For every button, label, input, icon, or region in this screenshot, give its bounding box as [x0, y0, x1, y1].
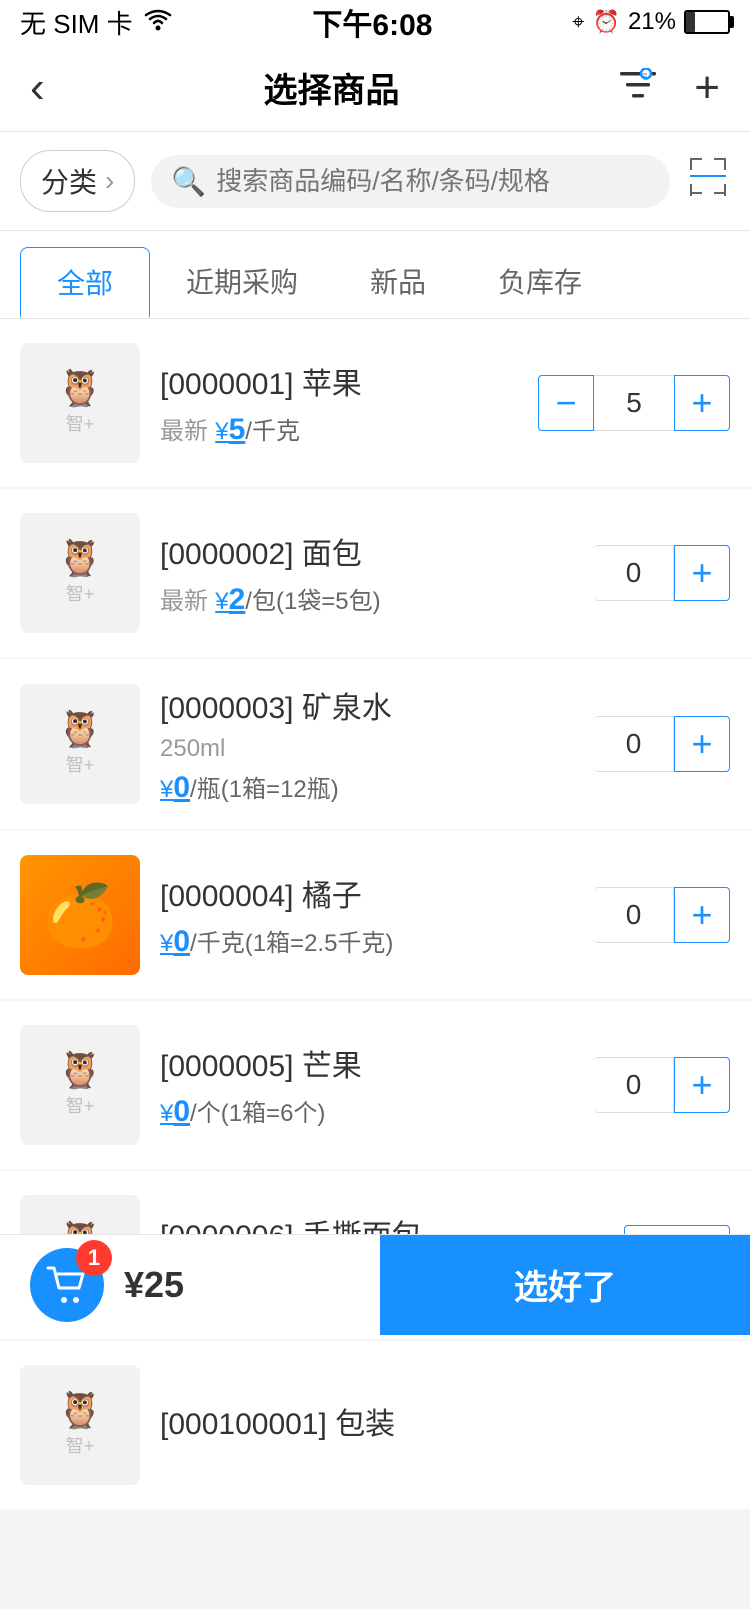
product-price-5: ¥0/个(1箱=6个) [160, 1093, 574, 1129]
product-image-2: 🦉 智+ [20, 513, 140, 633]
tab-recent[interactable]: 近期采购 [150, 247, 334, 318]
tab-negative[interactable]: 负库存 [462, 247, 618, 318]
tab-all[interactable]: 全部 [20, 247, 150, 318]
qty-control-1: − + [538, 375, 730, 431]
qty-control-5: + [594, 1057, 730, 1113]
qty-control-2: + [594, 545, 730, 601]
search-input[interactable] [216, 166, 650, 197]
qty-input-5[interactable] [594, 1057, 674, 1113]
page-title: 选择商品 [263, 63, 399, 112]
search-box: 🔍 [151, 155, 670, 208]
qty-plus-2[interactable]: + [674, 545, 730, 601]
product-spec-3: 250ml [160, 735, 574, 763]
qty-minus-1[interactable]: − [538, 375, 594, 431]
svg-text:≡: ≡ [643, 71, 648, 80]
qty-input-2[interactable] [594, 545, 674, 601]
carrier-text: 无 SIM 卡 [20, 4, 133, 41]
qty-plus-3[interactable]: + [674, 716, 730, 772]
product-name-1: [0000001] 苹果 [160, 359, 518, 403]
back-button[interactable]: ‹ [30, 63, 45, 113]
list-item: 🍊 [0000004] 橘子 ¥0/千克(1箱=2.5千克) + [0, 831, 750, 999]
cart-badge: 1 [76, 1240, 112, 1276]
qty-plus-5[interactable]: + [674, 1057, 730, 1113]
product-price-3: ¥0/瓶(1箱=12瓶) [160, 769, 574, 805]
qty-input-4[interactable] [594, 887, 674, 943]
product-image-3: 🦉 智+ [20, 684, 140, 804]
product-image-7: 🦉 智+ [20, 1365, 140, 1485]
cart-icon[interactable]: 1 [30, 1248, 104, 1322]
tab-new[interactable]: 新品 [334, 247, 462, 318]
product-price-2: 最新 ¥2/包(1袋=5包) [160, 581, 574, 617]
cart-section: 1 ¥25 [0, 1248, 380, 1322]
qty-input-1[interactable] [594, 375, 674, 431]
status-carrier: 无 SIM 卡 [20, 4, 173, 41]
product-price-4: ¥0/千克(1箱=2.5千克) [160, 923, 574, 959]
product-name-7: [000100001] 包装 [160, 1399, 730, 1443]
bottom-bar: 1 ¥25 选好了 [0, 1234, 750, 1334]
wifi-icon [143, 7, 173, 38]
status-indicators: ⌖ ⏰ 21% [572, 8, 730, 36]
product-name-4: [0000004] 橘子 [160, 871, 574, 915]
list-item: 🦉 智+ [000100001] 包装 [0, 1341, 750, 1509]
nav-bar: ‹ 选择商品 ≡ + [0, 44, 750, 132]
product-name-5: [0000005] 芒果 [160, 1041, 574, 1085]
category-button[interactable]: 分类 › [20, 150, 135, 212]
status-bar: 无 SIM 卡 下午6:08 ⌖ ⏰ 21% [0, 0, 750, 44]
status-time: 下午6:08 [312, 0, 432, 44]
list-item: 🦉 智+ [0000002] 面包 最新 ¥2/包(1袋=5包) + [0, 489, 750, 657]
product-image-5: 🦉 智+ [20, 1025, 140, 1145]
tab-bar: 全部 近期采购 新品 负库存 [0, 231, 750, 319]
battery-icon [684, 10, 730, 34]
product-info-2: [0000002] 面包 最新 ¥2/包(1袋=5包) [160, 529, 574, 617]
product-info-5: [0000005] 芒果 ¥0/个(1箱=6个) [160, 1041, 574, 1129]
category-label: 分类 [41, 161, 97, 201]
product-info-4: [0000004] 橘子 ¥0/千克(1箱=2.5千克) [160, 871, 574, 959]
list-item: 🦉 智+ [0000001] 苹果 最新 ¥5/千克 − + [0, 319, 750, 487]
list-item: 🦉 智+ [0000003] 矿泉水 250ml ¥0/瓶(1箱=12瓶) + [0, 659, 750, 829]
product-price-1: 最新 ¥5/千克 [160, 411, 518, 447]
battery-text: 21% [628, 8, 676, 36]
alarm-icon: ⏰ [593, 9, 620, 35]
product-info-3: [0000003] 矿泉水 250ml ¥0/瓶(1箱=12瓶) [160, 683, 574, 805]
product-info-7: [000100001] 包装 [160, 1399, 730, 1451]
search-icon: 🔍 [171, 165, 206, 198]
list-item: 🦉 智+ [0000005] 芒果 ¥0/个(1箱=6个) + [0, 1001, 750, 1169]
add-icon[interactable]: + [694, 63, 720, 113]
qty-input-3[interactable] [594, 716, 674, 772]
qty-plus-4[interactable]: + [674, 887, 730, 943]
qty-plus-1[interactable]: + [674, 375, 730, 431]
product-image-4: 🍊 [20, 855, 140, 975]
product-image-1: 🦉 智+ [20, 343, 140, 463]
location-icon: ⌖ [572, 9, 584, 35]
scan-icon[interactable] [686, 154, 730, 208]
product-name-2: [0000002] 面包 [160, 529, 574, 573]
qty-control-4: + [594, 887, 730, 943]
filter-icon[interactable]: ≡ [618, 68, 658, 107]
product-name-3: [0000003] 矿泉水 [160, 683, 574, 727]
category-arrow: › [105, 165, 114, 197]
qty-control-3: + [594, 716, 730, 772]
product-info-1: [0000001] 苹果 最新 ¥5/千克 [160, 359, 518, 447]
nav-actions: ≡ + [618, 63, 720, 113]
confirm-button[interactable]: 选好了 [380, 1235, 750, 1335]
cart-total: ¥25 [124, 1264, 184, 1306]
filter-bar: 分类 › 🔍 [0, 132, 750, 231]
